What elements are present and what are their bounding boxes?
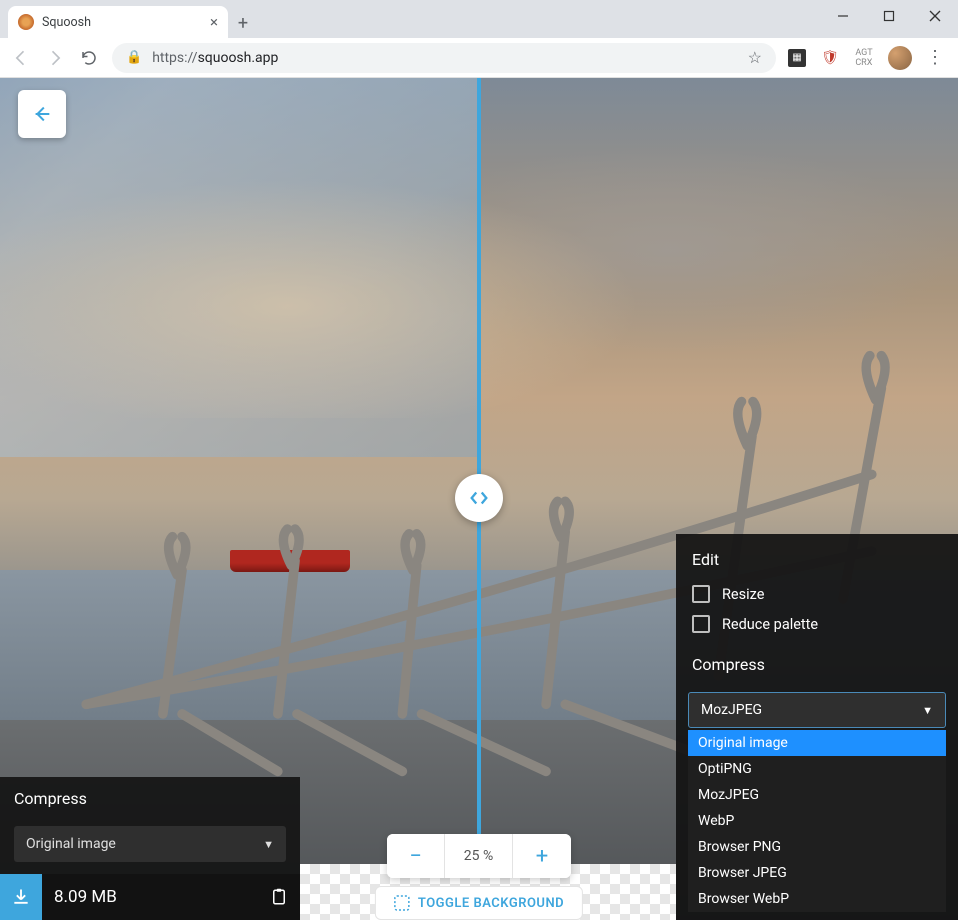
url-text: https://squoosh.app bbox=[152, 50, 278, 66]
left-codec-value: Original image bbox=[26, 836, 116, 852]
address-bar[interactable]: 🔒 https://squoosh.app ☆ bbox=[112, 43, 776, 73]
codec-option[interactable]: Browser WebP bbox=[688, 886, 946, 912]
resize-checkbox-row[interactable]: Resize bbox=[692, 579, 942, 609]
zoom-in-button[interactable]: + bbox=[513, 834, 571, 878]
copy-button[interactable] bbox=[258, 874, 300, 920]
checkbox-icon bbox=[692, 585, 710, 603]
codec-option[interactable]: Browser PNG bbox=[688, 834, 946, 860]
nav-forward-button[interactable] bbox=[44, 47, 66, 69]
codec-option[interactable]: OptiPNG bbox=[688, 756, 946, 782]
browser-menu-button[interactable]: ⋮ bbox=[926, 47, 944, 68]
profile-avatar[interactable] bbox=[888, 46, 912, 70]
codec-option[interactable]: Original image bbox=[688, 730, 946, 756]
file-size-label: 8.09 MB bbox=[42, 874, 258, 920]
lock-icon: 🔒 bbox=[126, 50, 142, 65]
right-codec-value: MozJPEG bbox=[701, 702, 762, 718]
nav-back-button[interactable] bbox=[10, 47, 32, 69]
left-panel-title: Compress bbox=[0, 777, 300, 820]
browser-tab-bar: Squoosh × + bbox=[0, 0, 958, 38]
resize-label: Resize bbox=[722, 586, 764, 603]
browser-tab[interactable]: Squoosh × bbox=[8, 6, 228, 38]
reduce-palette-label: Reduce palette bbox=[722, 616, 818, 633]
tab-title: Squoosh bbox=[42, 15, 91, 30]
window-maximize-button[interactable] bbox=[866, 0, 912, 32]
tab-close-icon[interactable]: × bbox=[210, 13, 218, 31]
codec-option[interactable]: Browser JPEG bbox=[688, 860, 946, 886]
compress-section-title: Compress bbox=[692, 655, 942, 674]
tab-favicon bbox=[18, 14, 34, 30]
extension-icon[interactable]: 🛡 bbox=[820, 48, 840, 68]
app-viewport: − 25 % + TOGGLE BACKGROUND Compress Orig… bbox=[0, 78, 958, 920]
reduce-palette-checkbox-row[interactable]: Reduce palette bbox=[692, 609, 942, 639]
edit-section-title: Edit bbox=[692, 550, 942, 569]
zoom-controls: − 25 % + bbox=[387, 834, 571, 878]
extension-icon[interactable]: ▦ bbox=[788, 49, 806, 67]
toggle-background-label: TOGGLE BACKGROUND bbox=[418, 896, 564, 911]
window-close-button[interactable] bbox=[912, 0, 958, 32]
chevron-down-icon: ▼ bbox=[263, 838, 274, 851]
browser-toolbar: 🔒 https://squoosh.app ☆ ▦ 🛡 AGTCRX ⋮ bbox=[0, 38, 958, 78]
codec-dropdown-list: Original imageOptiPNGMozJPEGWebPBrowser … bbox=[688, 730, 946, 912]
app-back-button[interactable] bbox=[18, 90, 66, 138]
left-codec-select[interactable]: Original image ▼ bbox=[14, 826, 286, 862]
comparison-slider-handle[interactable] bbox=[455, 474, 503, 522]
extension-icon[interactable]: AGTCRX bbox=[854, 48, 874, 68]
bookmark-star-icon[interactable]: ☆ bbox=[748, 48, 762, 67]
toggle-background-button[interactable]: TOGGLE BACKGROUND bbox=[375, 886, 583, 920]
zoom-out-button[interactable]: − bbox=[387, 834, 445, 878]
zoom-value: 25 % bbox=[445, 834, 513, 878]
chevron-down-icon: ▼ bbox=[922, 704, 933, 717]
right-panel: Edit Resize Reduce palette Compress MozJ… bbox=[676, 534, 958, 920]
new-tab-button[interactable]: + bbox=[228, 8, 258, 38]
download-button[interactable] bbox=[0, 874, 42, 920]
window-minimize-button[interactable] bbox=[820, 0, 866, 32]
left-panel: Compress Original image ▼ 8.09 MB bbox=[0, 777, 300, 920]
checkbox-icon bbox=[692, 615, 710, 633]
right-codec-select[interactable]: MozJPEG ▼ bbox=[688, 692, 946, 728]
nav-reload-button[interactable] bbox=[78, 47, 100, 69]
codec-option[interactable]: WebP bbox=[688, 808, 946, 834]
codec-option[interactable]: MozJPEG bbox=[688, 782, 946, 808]
